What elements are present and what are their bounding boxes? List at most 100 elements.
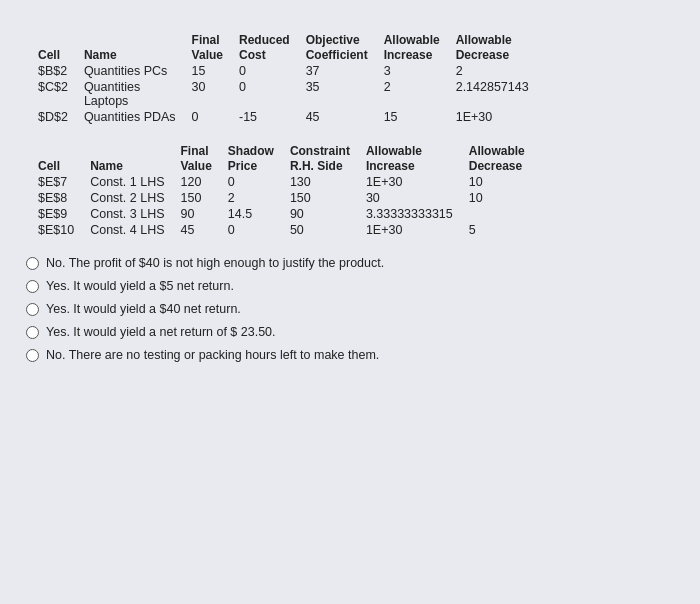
con-cell: Const. 4 LHS [82,222,172,238]
adj-h2-decrease: Decrease [448,47,537,63]
adj-h1-name [76,32,184,47]
adj-cell: 0 [231,63,298,79]
adjustable-cells-section: Final Reduced Objective Allowable Allowa… [22,32,678,125]
con-cell: 90 [173,206,220,222]
adj-cell: $B$2 [30,63,76,79]
constraints-section: Final Shadow Constraint Allowable Allowa… [22,143,678,238]
radio-option-1[interactable]: No. The profit of $40 is not high enough… [26,256,678,270]
con-cell: 150 [282,190,358,206]
con-h1-final: Final [173,143,220,158]
adjustable-cells-table: Final Reduced Objective Allowable Allowa… [30,32,537,125]
radio-option-3[interactable]: Yes. It would yield a $40 net return. [26,302,678,316]
con-cell: 10 [461,190,533,206]
adj-cell: 0 [184,109,231,125]
constraints-table-wrapper: Final Shadow Constraint Allowable Allowa… [22,143,678,238]
adj-cell: 0 [231,79,298,109]
con-h2-increase: Increase [358,158,461,174]
con-cell: 30 [358,190,461,206]
adj-cell: $D$2 [30,109,76,125]
radio-option-4[interactable]: Yes. It would yield a net return of $ 23… [26,325,678,339]
adj-h1-reduced: Reduced [231,32,298,47]
adj-h2-coefficient: Coefficient [298,47,376,63]
con-cell: 130 [282,174,358,190]
radio-circle-icon [26,257,39,270]
radio-label: Yes. It would yield a net return of $ 23… [46,325,276,339]
con-col-header-row2: Cell Name Value Price R.H. Side Increase… [30,158,533,174]
adj-cell: 37 [298,63,376,79]
adjustable-cells-table-wrapper: Final Reduced Objective Allowable Allowa… [22,32,678,125]
adj-h1-objective: Objective [298,32,376,47]
adj-cell: 1E+30 [448,109,537,125]
con-cell: 120 [173,174,220,190]
con-table-row: $E$7Const. 1 LHS12001301E+3010 [30,174,533,190]
adj-h2-increase: Increase [376,47,448,63]
radio-circle-icon [26,349,39,362]
con-cell: 150 [173,190,220,206]
con-cell: Const. 1 LHS [82,174,172,190]
adj-h2-cost: Cost [231,47,298,63]
con-h2-rhside: R.H. Side [282,158,358,174]
con-cell: 50 [282,222,358,238]
con-cell: 5 [461,222,533,238]
con-h2-decrease: Decrease [461,158,533,174]
adj-cell: $C$2 [30,79,76,109]
con-cell: 1E+30 [358,174,461,190]
adj-cell: 3 [376,63,448,79]
con-cell: 1E+30 [358,222,461,238]
radio-label: Yes. It would yield a $5 net return. [46,279,234,293]
con-h1-shadow: Shadow [220,143,282,158]
radio-option-2[interactable]: Yes. It would yield a $5 net return. [26,279,678,293]
con-cell: 14.5 [220,206,282,222]
con-cell: 10 [461,174,533,190]
radio-label: No. The profit of $40 is not high enough… [46,256,384,270]
adj-h1-allowable-dec: Allowable [448,32,537,47]
con-cell: 0 [220,222,282,238]
adjustable-col-header-row2: Cell Name Value Cost Coefficient Increas… [30,47,537,63]
con-h1-name [82,143,172,158]
adj-cell: -15 [231,109,298,125]
adj-h2-cell: Cell [30,47,76,63]
radio-circle-icon [26,280,39,293]
adj-cell: 30 [184,79,231,109]
adj-table-row: $B$2Quantities PCs1503732 [30,63,537,79]
adj-cell: QuantitiesLaptops [76,79,184,109]
con-table-row: $E$9Const. 3 LHS9014.5903.33333333315 [30,206,533,222]
con-h1-allowable-inc: Allowable [358,143,461,158]
con-cell: 3.33333333315 [358,206,461,222]
con-h1-allowable-dec: Allowable [461,143,533,158]
radio-label: Yes. It would yield a $40 net return. [46,302,241,316]
adj-cell: 35 [298,79,376,109]
constraints-body: $E$7Const. 1 LHS12001301E+3010$E$8Const.… [30,174,533,238]
adj-cell: 45 [298,109,376,125]
radio-label: No. There are no testing or packing hour… [46,348,379,362]
adj-cell: Quantities PCs [76,63,184,79]
adj-cell: 2 [376,79,448,109]
radio-options-group: No. The profit of $40 is not high enough… [22,256,678,362]
con-cell: $E$9 [30,206,82,222]
con-h2-cell: Cell [30,158,82,174]
con-cell [461,206,533,222]
con-cell: 90 [282,206,358,222]
adj-cell: 2 [448,63,537,79]
adj-h1-cell [30,32,76,47]
con-col-header-row1: Final Shadow Constraint Allowable Allowa… [30,143,533,158]
adj-cell: Quantities PDAs [76,109,184,125]
adj-cell: 15 [376,109,448,125]
adjustable-cells-body: $B$2Quantities PCs1503732$C$2QuantitiesL… [30,63,537,125]
con-cell: $E$7 [30,174,82,190]
radio-option-5[interactable]: No. There are no testing or packing hour… [26,348,678,362]
adjustable-col-header-row1: Final Reduced Objective Allowable Allowa… [30,32,537,47]
adj-table-row: $C$2QuantitiesLaptops3003522.142857143 [30,79,537,109]
adj-h1-final: Final [184,32,231,47]
con-cell: Const. 2 LHS [82,190,172,206]
adj-h1-allowable-inc: Allowable [376,32,448,47]
con-cell: 2 [220,190,282,206]
adj-h2-value: Value [184,47,231,63]
adj-table-row: $D$2Quantities PDAs0-1545151E+30 [30,109,537,125]
con-cell: Const. 3 LHS [82,206,172,222]
con-cell: 0 [220,174,282,190]
adj-h2-name: Name [76,47,184,63]
con-cell: $E$10 [30,222,82,238]
radio-circle-icon [26,303,39,316]
con-h2-value: Value [173,158,220,174]
